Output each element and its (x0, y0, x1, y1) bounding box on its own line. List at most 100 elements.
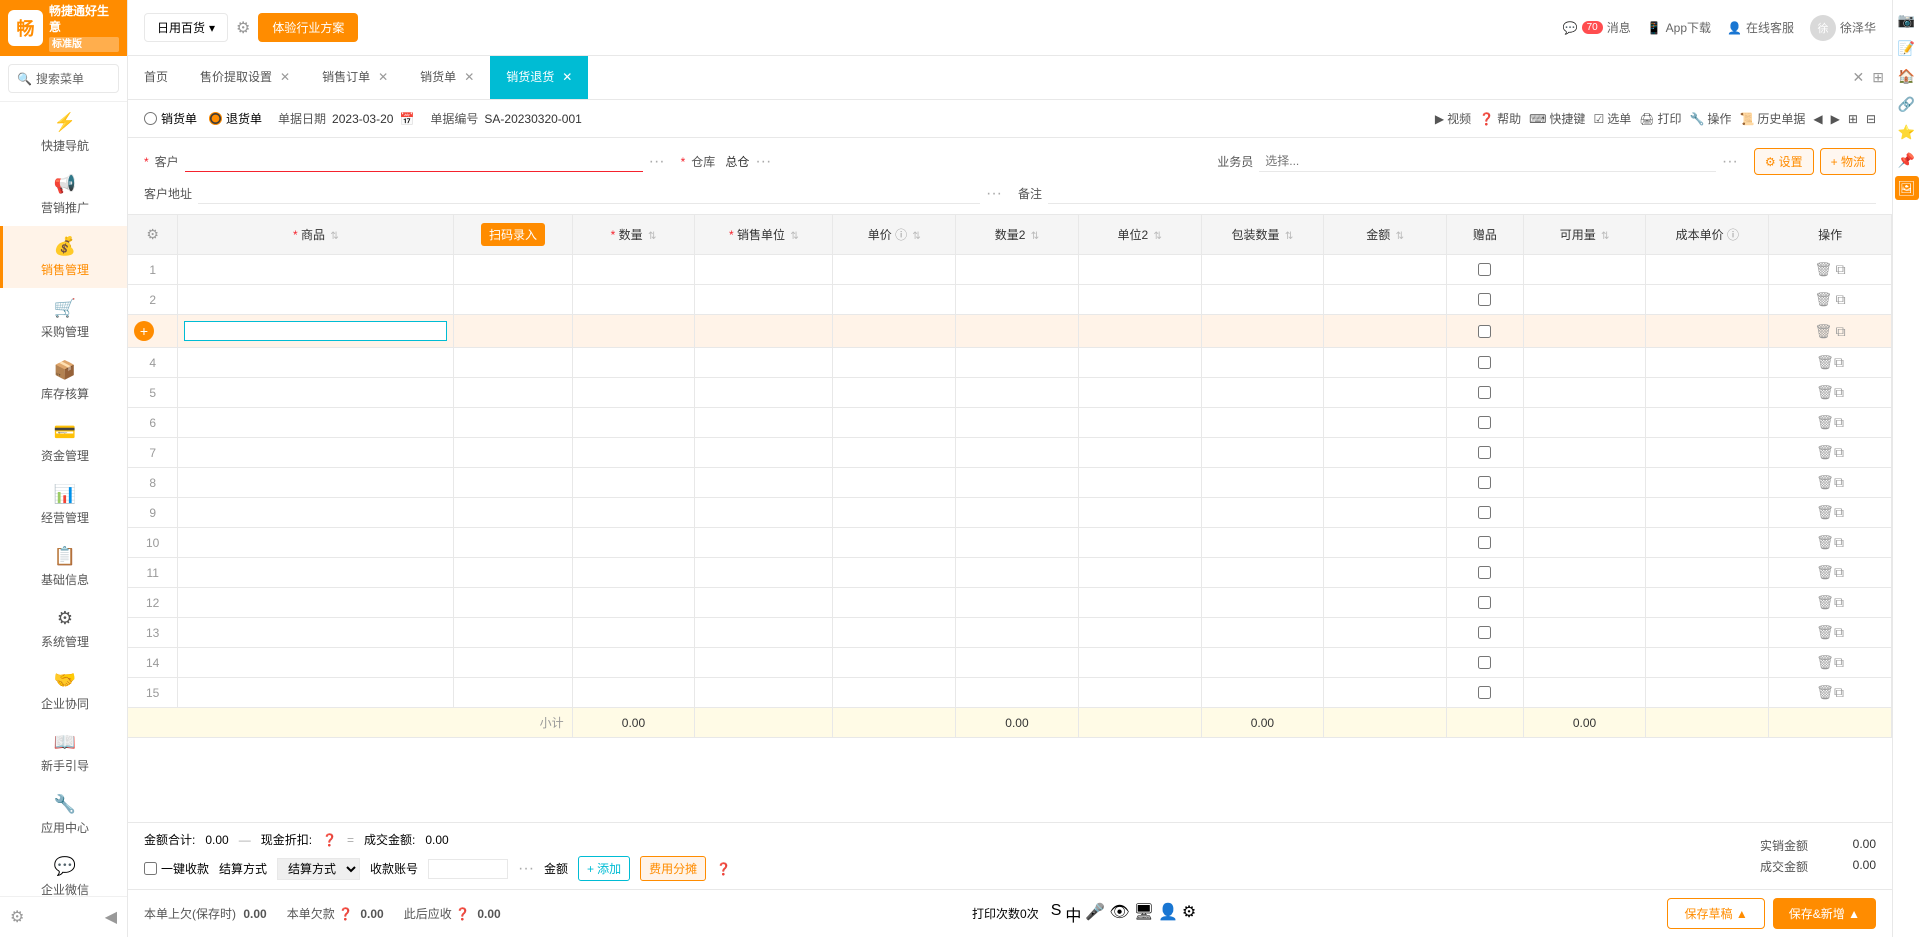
tab-close-sales-invoice[interactable]: ✕ (464, 70, 474, 84)
logistics-button[interactable]: + 物流 (1820, 148, 1876, 175)
gift-checkbox[interactable] (1478, 263, 1491, 276)
save-draft-button[interactable]: 保存草稿 ▲ (1667, 898, 1764, 929)
gift-checkbox[interactable] (1478, 325, 1491, 338)
sidebar-item-system[interactable]: ⚙ 系统管理 (0, 598, 127, 660)
tabs-menu-button[interactable]: ⊞ (1872, 69, 1884, 86)
product-cell[interactable] (178, 255, 454, 285)
delete-row-button[interactable]: 🗑 (1816, 354, 1834, 371)
quantity-cell[interactable] (572, 315, 695, 348)
gift-checkbox[interactable] (1478, 476, 1491, 489)
right-panel-icon-6[interactable]: 📌 (1895, 148, 1919, 172)
warehouse-picker-button[interactable]: ··· (755, 153, 771, 171)
col-amount-sort[interactable]: ⇅ (1396, 231, 1404, 242)
chinese-icon[interactable]: 中 (1065, 902, 1081, 926)
col-price-sort[interactable]: ⇅ (912, 231, 920, 242)
type-sales-radio[interactable]: 销货单 (144, 110, 197, 127)
copy-row-button[interactable]: ⧉ (1834, 504, 1844, 521)
unit2-cell[interactable] (1078, 315, 1201, 348)
copy-row-button[interactable]: ⧉ (1836, 291, 1846, 308)
delete-row-button[interactable]: 🗑 (1816, 504, 1834, 521)
delete-row-button[interactable]: 🗑 (1816, 474, 1834, 491)
delete-row-button[interactable]: 🗑 (1816, 534, 1834, 551)
sidebar-item-sales[interactable]: 💰 销售管理 (0, 226, 127, 288)
tab-sales-return[interactable]: 销货退货 ✕ (490, 56, 588, 99)
price-cell[interactable] (833, 285, 956, 315)
copy-row-button[interactable]: ⧉ (1834, 384, 1844, 401)
unit2-cell[interactable] (1078, 255, 1201, 285)
account-input[interactable] (428, 859, 508, 879)
right-panel-icon-2[interactable]: 📝 (1895, 36, 1919, 60)
tab-price-settings[interactable]: 售价提取设置 ✕ (184, 56, 306, 99)
qty2-cell[interactable] (956, 285, 1079, 315)
operate-button[interactable]: 🔧 操作 (1689, 110, 1731, 127)
type-return-radio[interactable]: 退货单 (209, 110, 262, 127)
copy-row-button[interactable]: ⧉ (1834, 684, 1844, 701)
unit-cell[interactable] (695, 255, 833, 285)
right-panel-icon-active[interactable]: 🖼 (1895, 176, 1919, 200)
product-cell[interactable] (178, 285, 454, 315)
industry-selector[interactable]: 日用百货 ▾ (144, 13, 228, 42)
copy-row-button[interactable]: ⧉ (1834, 624, 1844, 641)
add-row-button[interactable]: + (134, 321, 154, 341)
gift-checkbox[interactable] (1478, 536, 1491, 549)
col-unit2-sort[interactable]: ⇅ (1154, 231, 1162, 242)
quantity-cell[interactable] (572, 285, 695, 315)
copy-row-button[interactable]: ⧉ (1836, 323, 1846, 340)
col-unit-sort[interactable]: ⇅ (790, 231, 798, 242)
one-click-pay-checkbox[interactable]: 一键收款 (144, 860, 209, 877)
gift-checkbox[interactable] (1478, 446, 1491, 459)
notification-button[interactable]: 💬 70 消息 (1563, 19, 1631, 36)
customer-picker-button[interactable]: ··· (649, 153, 665, 171)
delete-row-button[interactable]: 🗑 (1816, 684, 1834, 701)
amount-cell[interactable] (1324, 285, 1447, 315)
sidebar-item-appstore[interactable]: 🔧 应用中心 (0, 784, 127, 846)
settlement-select[interactable]: 结算方式 (277, 858, 360, 880)
video-help-button[interactable]: ▶ 视频 (1435, 110, 1471, 127)
delete-row-button[interactable]: 🗑 (1816, 654, 1834, 671)
tab-close-sales-order[interactable]: ✕ (378, 70, 388, 84)
gift-checkbox[interactable] (1478, 566, 1491, 579)
sidebar-item-finance[interactable]: 💳 资金管理 (0, 412, 127, 474)
copy-row-button[interactable]: ⧉ (1834, 444, 1844, 461)
sidebar-item-basic-info[interactable]: 📋 基础信息 (0, 536, 127, 598)
barcode-scan-button[interactable]: 扫码录入 (481, 223, 545, 246)
copy-row-button[interactable]: ⧉ (1834, 534, 1844, 551)
tab-close-sales-return[interactable]: ✕ (562, 70, 572, 84)
delete-row-button[interactable]: 🗑 (1816, 594, 1834, 611)
delete-row-button[interactable]: 🗑 (1816, 624, 1834, 641)
gift-checkbox[interactable] (1478, 506, 1491, 519)
price-cell[interactable] (833, 255, 956, 285)
gift-checkbox[interactable] (1478, 596, 1491, 609)
customer-input[interactable] (185, 151, 643, 172)
online-service-button[interactable]: 👤 在线客服 (1727, 19, 1794, 36)
save-new-button[interactable]: 保存&新增 ▲ (1773, 898, 1876, 929)
gift-checkbox[interactable] (1478, 686, 1491, 699)
delete-row-button[interactable]: 🗑 (1816, 414, 1834, 431)
right-panel-icon-3[interactable]: 🏠 (1895, 64, 1919, 88)
card-view-button[interactable]: ⊟ (1866, 112, 1876, 126)
right-panel-icon-5[interactable]: ⭐ (1895, 120, 1919, 144)
settings-button[interactable]: ⚙ 设置 (1754, 148, 1814, 175)
qty2-cell[interactable] (956, 315, 1079, 348)
sidebar-item-quicknav[interactable]: ⚡ 快捷导航 (0, 102, 127, 164)
gift-checkbox[interactable] (1478, 626, 1491, 639)
tab-home[interactable]: 首页 (128, 56, 184, 99)
copy-row-button[interactable]: ⧉ (1834, 414, 1844, 431)
eye-icon[interactable]: 👁 (1109, 902, 1129, 926)
address-input[interactable] (198, 183, 980, 204)
col-pack-sort[interactable]: ⇅ (1285, 231, 1293, 242)
product-cell-active[interactable] (178, 315, 454, 348)
shortcut-button[interactable]: ⌨ 快捷键 (1529, 110, 1585, 127)
sidebar-settings-button[interactable]: ⚙ (10, 907, 24, 927)
calendar-icon[interactable]: 📅 (399, 112, 414, 126)
copy-row-button[interactable]: ⧉ (1834, 474, 1844, 491)
screen-icon[interactable]: 🖥 (1134, 902, 1154, 926)
pack-qty-cell[interactable] (1201, 285, 1324, 315)
fee-split-button[interactable]: 费用分摊 (640, 856, 706, 881)
copy-row-button[interactable]: ⧉ (1836, 261, 1846, 278)
right-panel-icon-4[interactable]: 🔗 (1895, 92, 1919, 116)
delete-row-button[interactable]: 🗑 (1816, 444, 1834, 461)
delete-row-button[interactable]: 🗑 (1816, 564, 1834, 581)
sidebar-item-guide[interactable]: 📖 新手引导 (0, 722, 127, 784)
sidebar-item-marketing[interactable]: 📢 营销推广 (0, 164, 127, 226)
